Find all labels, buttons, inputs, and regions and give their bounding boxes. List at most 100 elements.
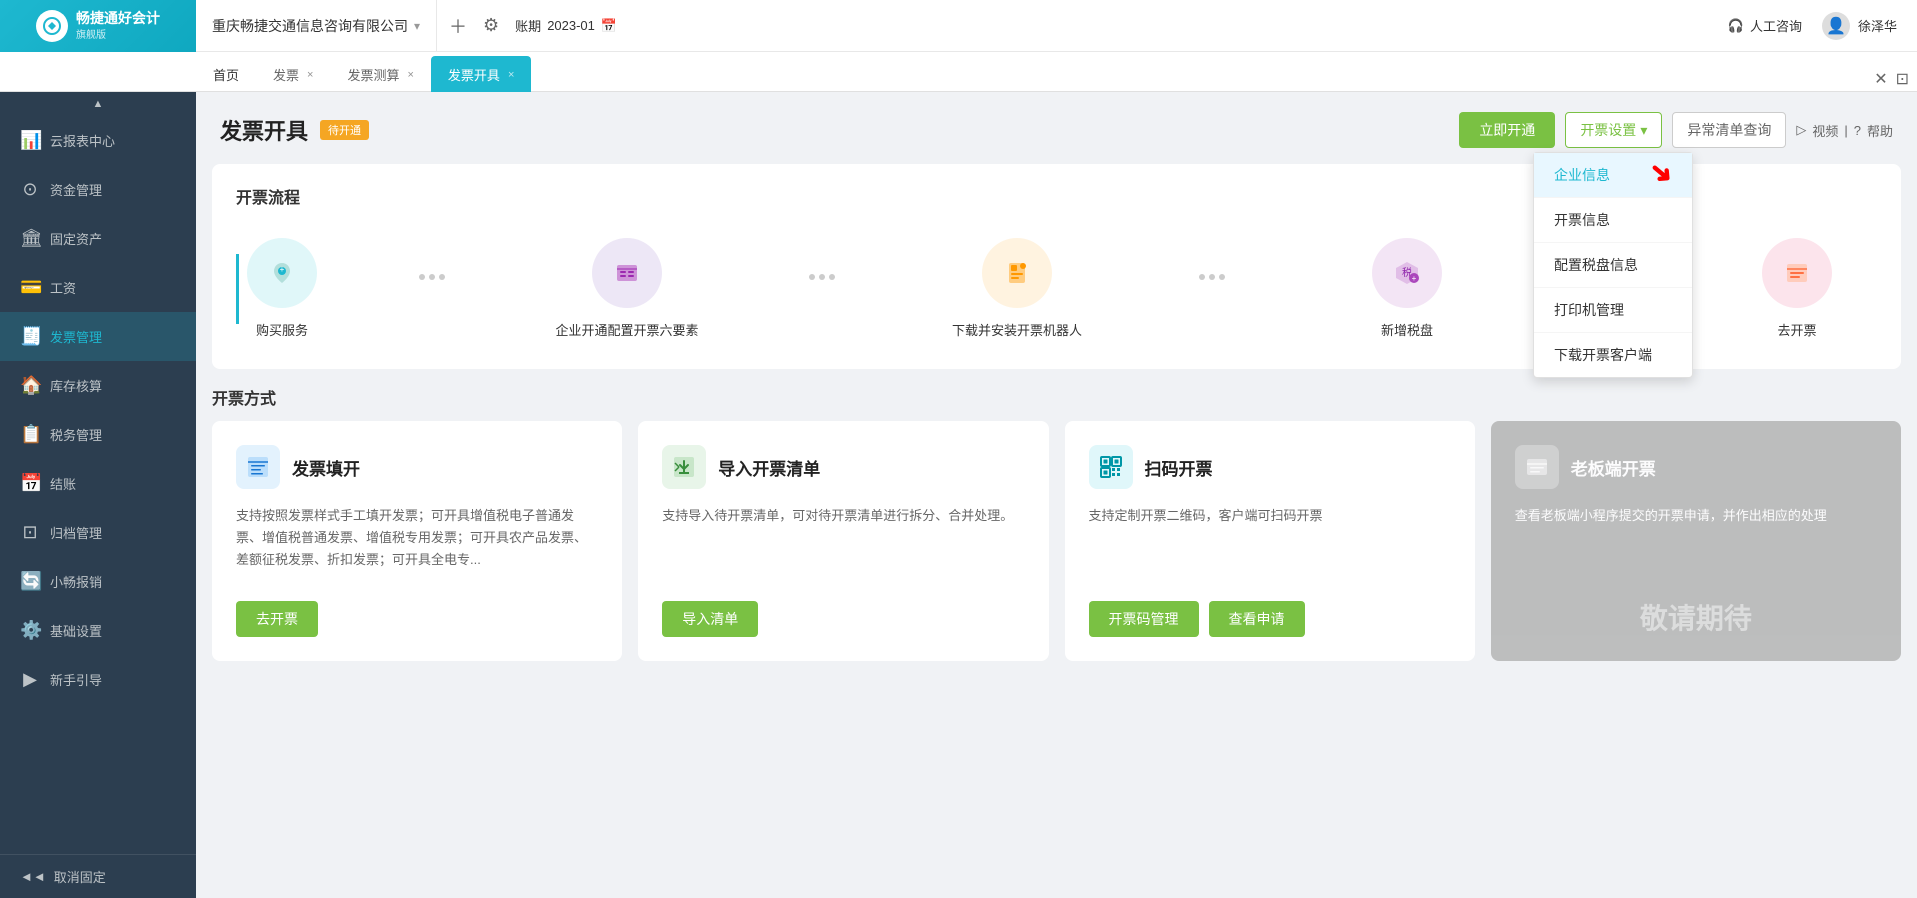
method-card-boss: 老板端开票 查看老板端小程序提交的开票申请，并作出相应的处理 敬请期待: [1491, 421, 1901, 661]
guide-icon: ▶: [20, 669, 40, 690]
sidebar-label-invoice-mgmt: 发票管理: [50, 327, 102, 346]
sidebar-cancel-pin[interactable]: ◄◄ 取消固定: [0, 855, 196, 898]
method-card-scan-icon: [1089, 445, 1133, 489]
add-button[interactable]: ＋: [449, 13, 467, 39]
import-list-btn[interactable]: 导入清单: [662, 601, 758, 637]
view-apply-btn[interactable]: 查看申请: [1209, 601, 1305, 637]
method-card-boss-icon: [1515, 445, 1559, 489]
activate-btn[interactable]: 立即开通: [1459, 112, 1555, 148]
headset-icon: 🎧: [1728, 18, 1744, 34]
sidebar-label-fund: 资金管理: [50, 180, 102, 199]
sidebar-bottom: ◄◄ 取消固定: [0, 854, 196, 898]
tab-bar: 首页 发票 × 发票测算 × 发票开具 × ✕ ⊡: [0, 52, 1917, 92]
user-info[interactable]: 👤 徐泽华: [1822, 12, 1897, 40]
sidebar-label-settlement: 结账: [50, 474, 76, 493]
period-value: 2023-01: [547, 18, 595, 33]
method-card-import-footer: 导入清单: [662, 601, 1024, 637]
sidebar-label-report: 小畅报销: [50, 572, 102, 591]
sidebar-item-settings[interactable]: ⚙️ 基础设置: [0, 606, 196, 655]
page-header: 发票开具 待开通 立即开通 开票设置 ▾ 异常清单查询 ▷ 视频 | ? 帮助: [196, 92, 1917, 164]
sidebar-item-invoice-mgmt[interactable]: 🧾 发票管理: [0, 312, 196, 361]
logo-subtitle: 旗舰版: [76, 26, 160, 41]
dropdown-item-tax-disk[interactable]: 配置税盘信息: [1534, 243, 1692, 288]
method-card-import-title: 导入开票清单: [718, 455, 820, 480]
flow-step-taxdisk-label: 新增税盘: [1381, 320, 1433, 339]
consult-label: 人工咨询: [1750, 16, 1802, 35]
sidebar-label-tax: 税务管理: [50, 425, 102, 444]
method-card-scan: 扫码开票 支持定制开票二维码，客户端可扫码开票 开票码管理 查看申请: [1065, 421, 1475, 661]
printer-label: 打印机管理: [1554, 302, 1624, 318]
go-invoice-btn[interactable]: 去开票: [236, 601, 318, 637]
dropdown-item-download-client[interactable]: 下载开票客户端: [1534, 333, 1692, 377]
tax-icon: 📋: [20, 424, 40, 445]
page-title: 发票开具: [220, 114, 308, 146]
archive-icon: ⊡: [20, 522, 40, 543]
sidebar-item-archive[interactable]: ⊡ 归档管理: [0, 508, 196, 557]
sidebar-scroll-up[interactable]: ▲: [0, 92, 196, 116]
main-layout: ▲ 📊 云报表中心 ⊙ 资金管理 🏛 固定资产 💳 工资 🧾 发票管理 🏠 库存…: [0, 92, 1917, 898]
method-section-title: 开票方式: [196, 385, 1917, 421]
logo-title: 畅捷通好会计: [76, 10, 160, 27]
method-card-import: 导入开票清单 支持导入待开票清单，可对待开票清单进行拆分、合并处理。 导入清单: [638, 421, 1048, 661]
flow-step-buy-icon: +: [247, 238, 317, 308]
tab-home[interactable]: 首页: [196, 56, 256, 92]
separator: |: [1844, 123, 1847, 138]
tab-invoice-open-label: 发票开具: [448, 65, 500, 84]
sidebar-item-fund[interactable]: ⊙ 资金管理: [0, 165, 196, 214]
tab-invoice-close[interactable]: ×: [307, 69, 313, 81]
cancel-label: 取消固定: [54, 867, 106, 886]
method-card-scan-title: 扫码开票: [1145, 455, 1213, 480]
tab-invoice[interactable]: 发票 ×: [256, 56, 330, 92]
method-card-manual-title: 发票填开: [292, 455, 360, 480]
sidebar-label-archive: 归档管理: [50, 523, 102, 542]
method-card-scan-footer: 开票码管理 查看申请: [1089, 601, 1451, 637]
sidebar-item-tax[interactable]: 📋 税务管理: [0, 410, 196, 459]
flow-connector-3: [1097, 274, 1327, 304]
settings-button[interactable]: ⚙: [483, 15, 499, 36]
report-icon: 🔄: [20, 571, 40, 592]
sidebar: ▲ 📊 云报表中心 ⊙ 资金管理 🏛 固定资产 💳 工资 🧾 发票管理 🏠 库存…: [0, 92, 196, 898]
help-label: 帮助: [1867, 121, 1893, 140]
inventory-icon: 🏠: [20, 375, 40, 396]
sidebar-label-salary: 工资: [50, 278, 76, 297]
tab-close-btn[interactable]: ✕: [1874, 69, 1887, 89]
question-icon: ?: [1854, 123, 1861, 138]
sidebar-item-fixed-assets[interactable]: 🏛 固定资产: [0, 214, 196, 263]
anomaly-btn[interactable]: 异常清单查询: [1672, 112, 1786, 148]
qr-manage-btn[interactable]: 开票码管理: [1089, 601, 1199, 637]
method-card-manual-footer: 去开票: [236, 601, 598, 637]
flow-connector-1: [317, 274, 547, 304]
sidebar-item-report[interactable]: 🔄 小畅报销: [0, 557, 196, 606]
flow-step-config: 企业开通配置开票六要素: [547, 238, 707, 339]
sidebar-item-settlement[interactable]: 📅 结账: [0, 459, 196, 508]
tab-invoice-test[interactable]: 发票测算 ×: [330, 56, 430, 92]
invoice-settings-btn[interactable]: 开票设置 ▾: [1565, 112, 1662, 148]
flow-step-download-label: 下载并安装开票机器人: [952, 320, 1082, 339]
sidebar-item-guide[interactable]: ▶ 新手引导: [0, 655, 196, 704]
sidebar-label-inventory: 库存核算: [50, 376, 102, 395]
sidebar-item-cloud-report[interactable]: 📊 云报表中心: [0, 116, 196, 165]
calendar-icon: 📅: [601, 18, 617, 34]
sidebar-item-salary[interactable]: 💳 工资: [0, 263, 196, 312]
flow-step-buy-label: 购买服务: [256, 320, 308, 339]
tab-invoice-test-close[interactable]: ×: [407, 69, 413, 81]
status-badge: 待开通: [320, 120, 369, 140]
tab-invoice-open[interactable]: 发票开具 ×: [431, 56, 531, 92]
flow-step-go-invoice: 去开票: [1717, 238, 1877, 339]
consult-btn[interactable]: 🎧 人工咨询: [1728, 16, 1802, 35]
method-card-import-desc: 支持导入待开票清单，可对待开票清单进行拆分、合并处理。: [662, 505, 1024, 585]
logo-area[interactable]: 畅捷通好会计 旗舰版: [0, 0, 196, 52]
content-area: 发票开具 待开通 立即开通 开票设置 ▾ 异常清单查询 ▷ 视频 | ? 帮助: [196, 92, 1917, 898]
dropdown-item-printer[interactable]: 打印机管理: [1534, 288, 1692, 333]
sidebar-item-inventory[interactable]: 🏠 库存核算: [0, 361, 196, 410]
tab-maximize-btn[interactable]: ⊡: [1896, 69, 1909, 89]
company-selector[interactable]: 重庆畅捷交通信息咨询有限公司 ▾: [196, 0, 437, 52]
method-card-boss-title: 老板端开票: [1571, 455, 1656, 480]
flow-step-go-invoice-label: 去开票: [1777, 320, 1816, 339]
sidebar-label-guide: 新手引导: [50, 670, 102, 689]
svg-text:+: +: [1412, 274, 1417, 283]
method-card-manual-icon: [236, 445, 280, 489]
dropdown-item-invoice-info[interactable]: 开票信息: [1534, 198, 1692, 243]
tab-invoice-open-close[interactable]: ×: [508, 69, 514, 81]
user-name: 徐泽华: [1858, 16, 1897, 35]
